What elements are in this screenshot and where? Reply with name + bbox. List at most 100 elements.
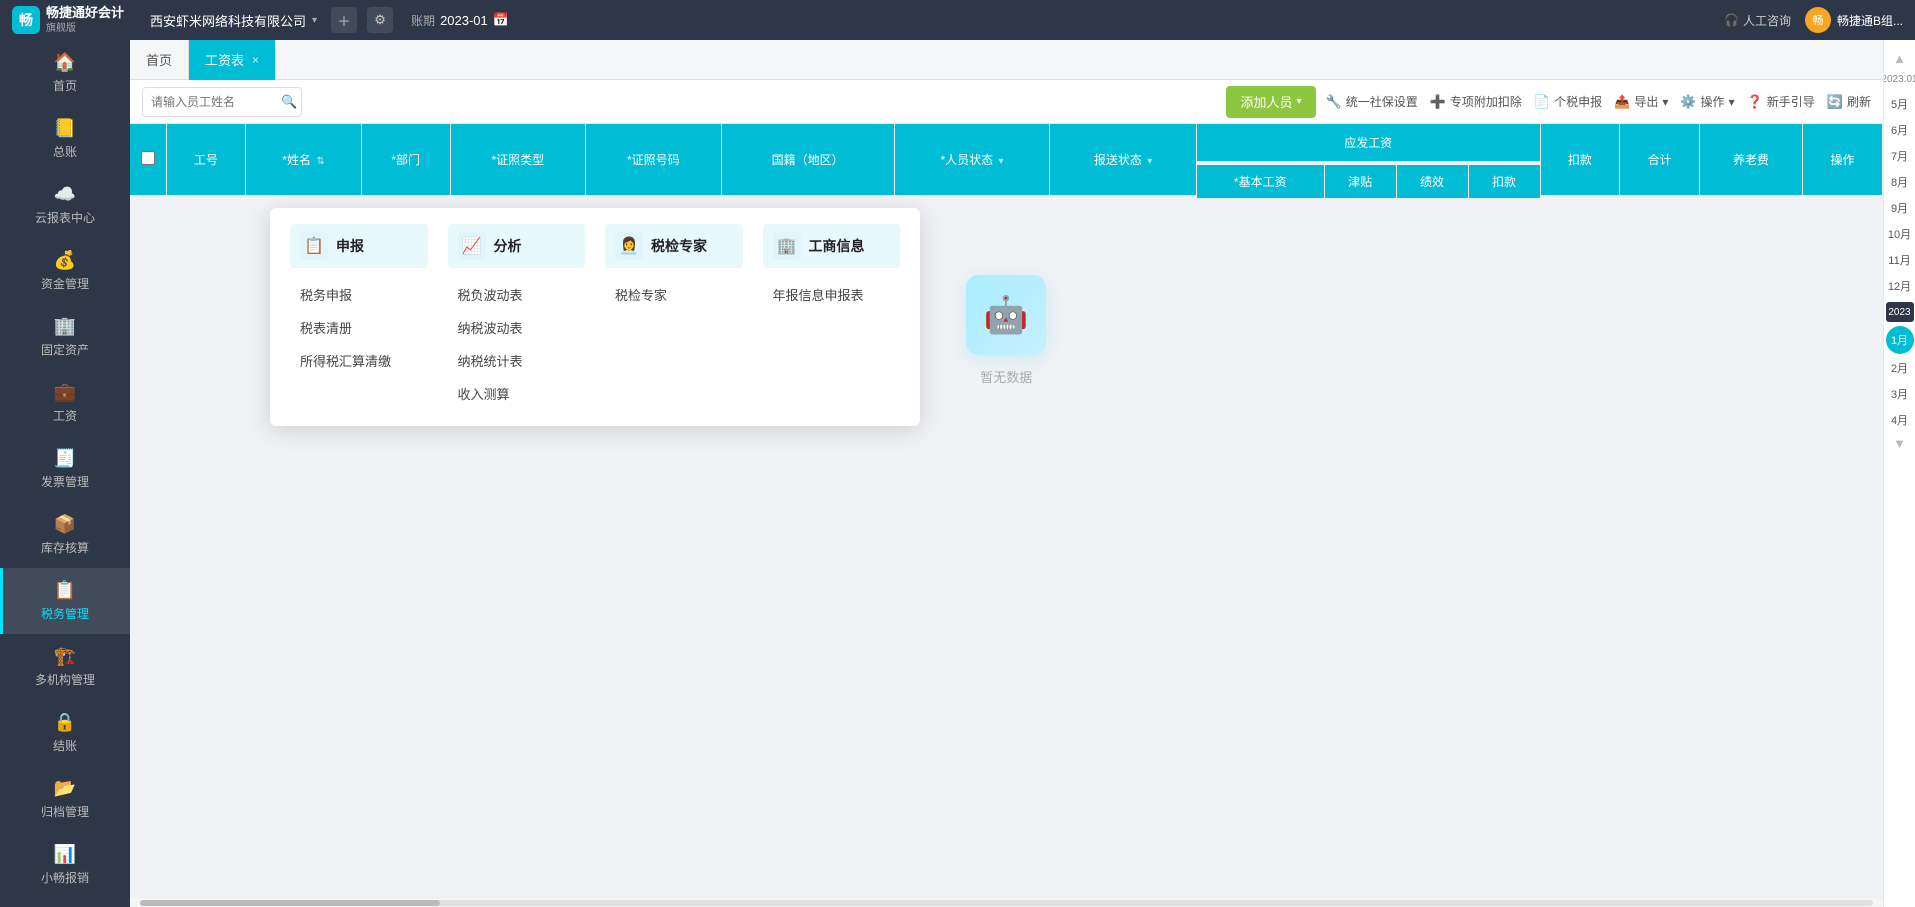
settings-icon[interactable]: ⚙ <box>367 7 393 33</box>
tab-close-icon[interactable]: × <box>252 53 259 67</box>
menu-tax-table[interactable]: 税表清册 <box>290 311 428 344</box>
assets-icon: 🏢 <box>54 316 76 337</box>
salary-icon: 💼 <box>54 382 76 403</box>
sidebar-item-xiaochang[interactable]: 📊 小畅报销 <box>0 832 130 898</box>
top-bar: 畅 畅捷通好会计 旗舰版 西安虾米网络科技有限公司 ▾ ＋ ⚙ 账期 2023-… <box>0 0 1915 40</box>
sidebar-item-ledger[interactable]: 📒 总账 <box>0 106 130 172</box>
tax-return-icon: 📄 <box>1534 94 1550 110</box>
bizinfo-icon: 🏢 <box>773 232 801 260</box>
menu-tax-pay-wave[interactable]: 纳税波动表 <box>448 311 586 344</box>
period-value: 2023-01 <box>440 13 488 28</box>
right-panel-month-2[interactable]: 2月 <box>1885 355 1915 381</box>
add-company-button[interactable]: ＋ <box>331 7 357 33</box>
scroll-track <box>140 900 1873 906</box>
menu-income-clear[interactable]: 所得税汇算清缴 <box>290 344 428 377</box>
right-panel-down-arrow[interactable]: ▼ <box>1886 433 1914 453</box>
right-panel-up-arrow[interactable]: ▲ <box>1886 48 1914 68</box>
col-basic-salary: *基本工资 <box>1196 164 1324 198</box>
popup-col-header-shenb: 📋 申报 <box>290 224 428 268</box>
tab-salary-table[interactable]: 工资表 × <box>189 40 276 80</box>
add-person-button[interactable]: 添加人员 ▾ <box>1226 86 1315 118</box>
social-security-button[interactable]: 🔧 统一社保设置 <box>1326 93 1418 110</box>
social-security-icon: 🔧 <box>1326 94 1342 110</box>
select-all-checkbox[interactable] <box>141 151 155 165</box>
company-name: 西安虾米网络科技有限公司 <box>150 11 306 30</box>
operation-button[interactable]: ⚙️ 操作 ▾ <box>1680 93 1734 110</box>
headset-icon: 🎧 <box>1724 13 1739 27</box>
right-panel-month-9[interactable]: 9月 <box>1885 195 1915 221</box>
shenb-icon: 📋 <box>300 232 328 260</box>
menu-income-calc[interactable]: 收入测算 <box>448 377 586 410</box>
export-button[interactable]: 📤 导出 ▾ <box>1614 93 1668 110</box>
refresh-icon: 🔄 <box>1827 94 1843 110</box>
col-report-status: 报送状态 ▾ <box>1050 124 1197 195</box>
col-dept: *部门 <box>361 124 450 195</box>
user-area[interactable]: 畅 畅捷通B组... <box>1805 7 1903 33</box>
name-sort-icon[interactable]: ⇅ <box>316 156 324 167</box>
report-filter-icon[interactable]: ▾ <box>1147 156 1152 167</box>
menu-tax-wave[interactable]: 税负波动表 <box>448 278 586 311</box>
sidebar-item-assets[interactable]: 🏢 固定资产 <box>0 304 130 370</box>
search-input[interactable] <box>151 95 281 109</box>
tax-return-button[interactable]: 📄 个税申报 <box>1534 93 1602 110</box>
popup-col-header-expert: 👩‍💼 税检专家 <box>605 224 743 268</box>
sidebar-item-home[interactable]: 🏠 首页 <box>0 40 130 106</box>
guide-button[interactable]: ❓ 新手引导 <box>1747 93 1815 110</box>
company-chevron-icon: ▾ <box>312 15 317 26</box>
right-panel-month-5[interactable]: 5月 <box>1885 91 1915 117</box>
refresh-button[interactable]: 🔄 刷新 <box>1827 93 1871 110</box>
right-panel-year-badge: 2023 <box>1886 302 1914 322</box>
right-panel: ▲ 2023.01 5月 6月 7月 8月 9月 10月 11月 12月 202… <box>1883 40 1915 907</box>
service-label: 人工咨询 <box>1743 12 1791 29</box>
search-wrap: 🔍 <box>142 87 302 117</box>
right-panel-month-11[interactable]: 11月 <box>1885 247 1915 273</box>
tab-home[interactable]: 首页 <box>130 40 189 80</box>
sidebar-item-tax[interactable]: 📋 税务管理 <box>0 568 130 634</box>
funds-icon: 💰 <box>54 250 76 271</box>
menu-tax-declare[interactable]: 税务申报 <box>290 278 428 311</box>
menu-tax-expert[interactable]: 税检专家 <box>605 278 743 311</box>
expert-icon: 👩‍💼 <box>615 232 643 260</box>
popup-col-bizinfo: 🏢 工商信息 年报信息申报表 <box>763 224 901 410</box>
sidebar-item-multi[interactable]: 🏗️ 多机构管理 <box>0 634 130 700</box>
menu-tax-stat[interactable]: 纳税统计表 <box>448 344 586 377</box>
bottom-scrollbar[interactable] <box>130 897 1883 907</box>
sidebar-item-funds[interactable]: 💰 资金管理 <box>0 238 130 304</box>
col-total: 合计 <box>1620 124 1700 195</box>
right-panel-month-4[interactable]: 4月 <box>1885 407 1915 433</box>
col-deduction: 扣款 <box>1468 164 1540 198</box>
col-payroll-group: 应发工资 <box>1196 124 1540 162</box>
invoice-icon: 🧾 <box>54 448 76 469</box>
tax-dropdown-popup: 📋 申报 税务申报 税表清册 所得税汇算清缴 � <box>270 208 920 426</box>
sidebar-item-cloud[interactable]: ☁️ 云报表中心 <box>0 172 130 238</box>
menu-annual-report[interactable]: 年报信息申报表 <box>763 278 901 311</box>
sidebar-item-closing[interactable]: 🔒 结账 <box>0 700 130 766</box>
col-empid: 工号 <box>166 124 246 195</box>
right-panel-month-7[interactable]: 7月 <box>1885 143 1915 169</box>
popup-col-header-analysis: 📈 分析 <box>448 224 586 268</box>
sidebar-item-settings[interactable]: ⚙️ 基础设置 <box>0 898 130 907</box>
calendar-icon[interactable]: 📅 <box>493 12 509 28</box>
right-panel-month-10[interactable]: 10月 <box>1885 221 1915 247</box>
empty-text: 暂无数据 <box>980 367 1032 386</box>
multi-icon: 🏗️ <box>54 646 76 667</box>
export-icon: 📤 <box>1614 94 1630 110</box>
sidebar-item-inventory[interactable]: 📦 库存核算 <box>0 502 130 568</box>
service-button[interactable]: 🎧 人工咨询 <box>1724 12 1791 29</box>
special-deduct-button[interactable]: ➕ 专项附加扣除 <box>1430 93 1522 110</box>
right-panel-month-1[interactable]: 1月 <box>1886 326 1914 354</box>
export-arrow-icon: ▾ <box>1662 95 1668 109</box>
right-panel-month-3[interactable]: 3月 <box>1885 381 1915 407</box>
sidebar-item-salary[interactable]: 💼 工资 <box>0 370 130 436</box>
right-panel-month-8[interactable]: 8月 <box>1885 169 1915 195</box>
sidebar-item-archive[interactable]: 📂 归档管理 <box>0 766 130 832</box>
col-name: *姓名 ⇅ <box>246 124 362 195</box>
right-panel-month-12[interactable]: 12月 <box>1885 273 1915 299</box>
right-panel-month-6[interactable]: 6月 <box>1885 117 1915 143</box>
company-selector[interactable]: 西安虾米网络科技有限公司 ▾ <box>150 11 317 30</box>
popup-col-shenb: 📋 申报 税务申报 税表清册 所得税汇算清缴 <box>290 224 448 410</box>
sidebar-item-invoice[interactable]: 🧾 发票管理 <box>0 436 130 502</box>
col-performance: 绩效 <box>1396 164 1468 198</box>
status-filter-icon[interactable]: ▾ <box>998 156 1003 167</box>
home-icon: 🏠 <box>54 52 76 73</box>
